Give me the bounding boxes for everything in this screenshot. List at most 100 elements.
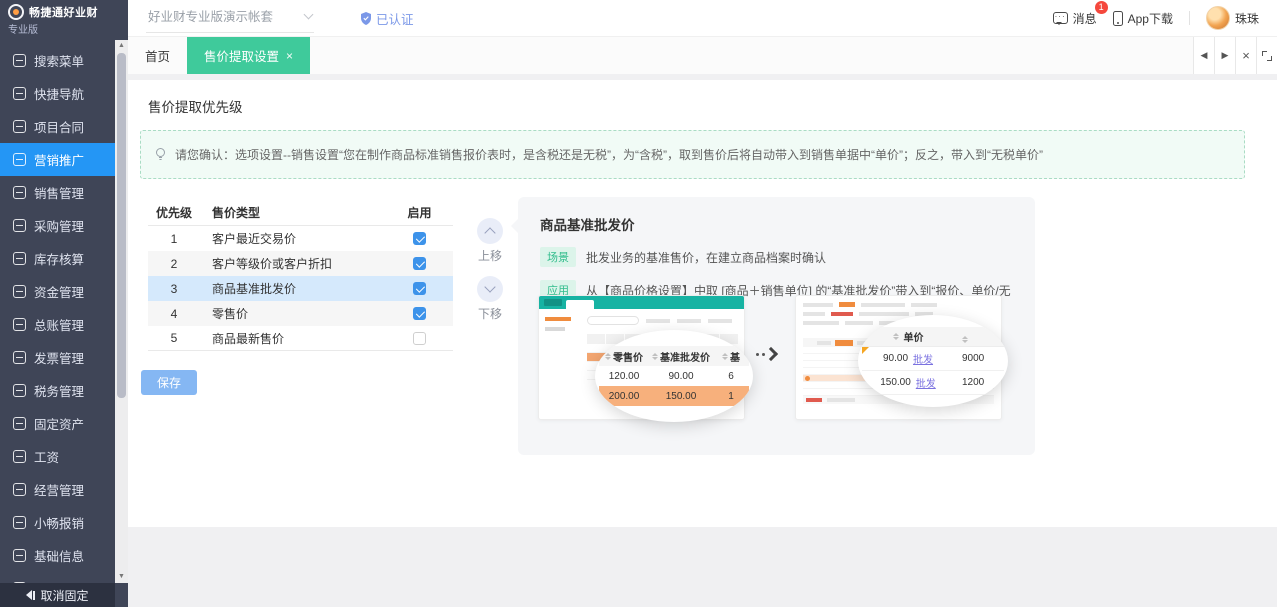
scroll-down-icon[interactable]: ▼ — [118, 571, 125, 583]
sidebar-item-expense[interactable]: 小畅报销 — [0, 506, 115, 539]
table-row[interactable]: 2 客户等级价或客户折扣 — [148, 251, 453, 276]
notice-box: 请您确认：选项设置--销售设置“您在制作商品标准销售报价表时，是含税还是无税”，… — [140, 130, 1245, 179]
col-header-price-type: 售价类型 — [212, 206, 261, 220]
priority-cell: 4 — [170, 306, 178, 321]
enable-checkbox[interactable] — [413, 282, 426, 295]
username: 珠珠 — [1234, 11, 1259, 26]
account-set-label: 好业财专业版演示帐套 — [148, 10, 274, 24]
sidebar-scrollbar[interactable]: ▲ ▼ — [115, 40, 128, 583]
sidebar-item-general-ledger[interactable]: 总账管理 — [0, 308, 115, 341]
mini-toolbar — [587, 316, 738, 325]
brand-logo-icon — [8, 4, 24, 20]
tab-home[interactable]: 首页 — [128, 37, 187, 74]
sidebar-item-fixed-assets[interactable]: 固定资产 — [0, 407, 115, 440]
tab-scroll-right-button[interactable]: ▶ — [1214, 37, 1235, 74]
mini-nav — [545, 317, 571, 331]
main-area: 好业财专业版演示帐套 已认证 消息 1 App下载 珠珠 首页 — [128, 0, 1277, 607]
price-type-cell: 零售价 — [212, 307, 249, 321]
sidebar-item-label: 采购管理 — [34, 220, 85, 234]
sidebar-item-quick-nav[interactable]: 快捷导航 — [0, 77, 115, 110]
tab-strip: 首页 售价提取设置 × ◀ ▶ × — [128, 37, 1277, 74]
bubble-cell: 9000 — [962, 353, 985, 364]
sidebar-item-label: 发票管理 — [34, 352, 85, 366]
invoice-icon — [13, 351, 26, 364]
sidebar-item-label: 销售管理 — [34, 187, 85, 201]
save-button[interactable]: 保存 — [141, 370, 197, 395]
account-set-selector[interactable]: 好业财专业版演示帐套 — [146, 3, 314, 33]
price-type-cell: 客户等级价或客户折扣 — [212, 257, 333, 271]
sidebar-item-purchase[interactable]: 采购管理 — [0, 209, 115, 242]
fixed-assets-icon — [13, 417, 26, 430]
sidebar-item-project-contract[interactable]: 项目合同 — [0, 110, 115, 143]
sidebar-item-invoice[interactable]: 发票管理 — [0, 341, 115, 374]
col-header-enabled: 启用 — [407, 206, 432, 220]
table-row[interactable]: 1 客户最近交易价 — [148, 226, 453, 251]
priority-cell: 1 — [170, 231, 178, 246]
tab-controls: ◀ ▶ × — [1193, 37, 1277, 74]
table-row[interactable]: 5 商品最新售价 — [148, 326, 453, 351]
verified-badge: 已认证 — [360, 9, 414, 28]
operations-icon — [13, 483, 26, 496]
enable-checkbox[interactable] — [413, 257, 426, 270]
enable-checkbox[interactable] — [413, 232, 426, 245]
sidebar-item-label: 资金管理 — [34, 286, 85, 300]
bubble-col-retail-price: 零售价 — [613, 352, 643, 364]
sort-icon — [605, 352, 611, 360]
sidebar-item-label: 税务管理 — [34, 385, 85, 399]
bubble-cell: 150.00 — [665, 390, 697, 402]
sidebar-item-label: 快捷导航 — [34, 88, 85, 102]
avatar — [1205, 6, 1230, 30]
sidebar-item-payroll[interactable]: 工资 — [0, 440, 115, 473]
unpin-icon — [26, 590, 36, 600]
sidebar-item-operations[interactable]: 经营管理 — [0, 473, 115, 506]
magnifier-bubble-right: 单价 90.00 批发 9000 150.00 批发 1200 — [858, 315, 1008, 407]
sidebar-item-label: 项目合同 — [34, 121, 85, 135]
messages-button[interactable]: 消息 1 — [1052, 0, 1108, 27]
move-up-button[interactable] — [477, 218, 503, 244]
app-download-button[interactable]: App下载 — [1112, 10, 1173, 27]
scene-text: 批发业务的基准售价，在建立商品档案时确认 — [586, 251, 827, 265]
table-row[interactable]: 4 零售价 — [148, 301, 453, 326]
phone-icon — [1112, 10, 1123, 26]
sidebar-item-base-info[interactable]: 基础信息 — [0, 539, 115, 572]
tab-price-extract-settings[interactable]: 售价提取设置 × — [187, 37, 311, 74]
price-type-cell: 商品基准批发价 — [212, 282, 297, 296]
enable-checkbox[interactable] — [413, 307, 426, 320]
chevron-up-icon — [484, 227, 496, 239]
scrollbar-thumb[interactable] — [117, 53, 126, 398]
tab-label: 首页 — [145, 50, 171, 64]
sidebar-item-tax[interactable]: 税务管理 — [0, 374, 115, 407]
tab-scroll-left-button[interactable]: ◀ — [1193, 37, 1214, 74]
enable-checkbox[interactable] — [413, 331, 426, 345]
wholesale-link: 批发 — [915, 379, 936, 390]
user-menu[interactable]: 珠珠 — [1205, 6, 1259, 30]
priority-table: 优先级 售价类型 启用 1 客户最近交易价 2 客户等级价或客户折扣 3 商品基… — [148, 200, 453, 351]
brand-logo: 畅捷通好业财 专业版 — [0, 0, 128, 40]
sidebar-item-label: 搜索菜单 — [34, 55, 85, 69]
shield-icon — [361, 11, 371, 25]
priority-cell: 5 — [170, 331, 178, 345]
close-all-tabs-button[interactable]: × — [1235, 37, 1256, 74]
table-row-selected[interactable]: 3 商品基准批发价 — [148, 276, 453, 301]
scroll-up-icon[interactable]: ▲ — [118, 40, 125, 52]
bubble-col-base-wholesale-price: 基准批发价 — [660, 352, 710, 364]
table-header-row: 优先级 售价类型 启用 — [148, 200, 453, 226]
sidebar-item-marketing[interactable]: 营销推广 — [0, 143, 115, 176]
close-icon[interactable]: × — [286, 49, 293, 63]
message-icon — [1052, 12, 1068, 25]
sidebar-item-search-menu[interactable]: 搜索菜单 — [0, 44, 115, 77]
magnifier-bubble-left: 零售价 基准批发价 基 120.00 90.00 6 200.00 150.00… — [595, 330, 753, 422]
sidebar-item-funds[interactable]: 资金管理 — [0, 275, 115, 308]
sidebar-item-sales[interactable]: 销售管理 — [0, 176, 115, 209]
quick-nav-icon — [13, 87, 26, 100]
expense-icon — [13, 516, 26, 529]
fullscreen-button[interactable] — [1256, 37, 1277, 74]
sidebar-item-inventory[interactable]: 库存核算 — [0, 242, 115, 275]
fullscreen-icon — [1262, 50, 1272, 61]
move-down-button[interactable] — [477, 276, 503, 302]
message-count-badge: 1 — [1094, 0, 1108, 14]
sidebar-item-label: 基础信息 — [34, 550, 85, 564]
unpin-sidebar-button[interactable]: 取消固定 — [0, 583, 115, 607]
bubble-cell: 150.00 — [880, 377, 911, 388]
brand-name: 畅捷通好业财 — [29, 7, 98, 19]
